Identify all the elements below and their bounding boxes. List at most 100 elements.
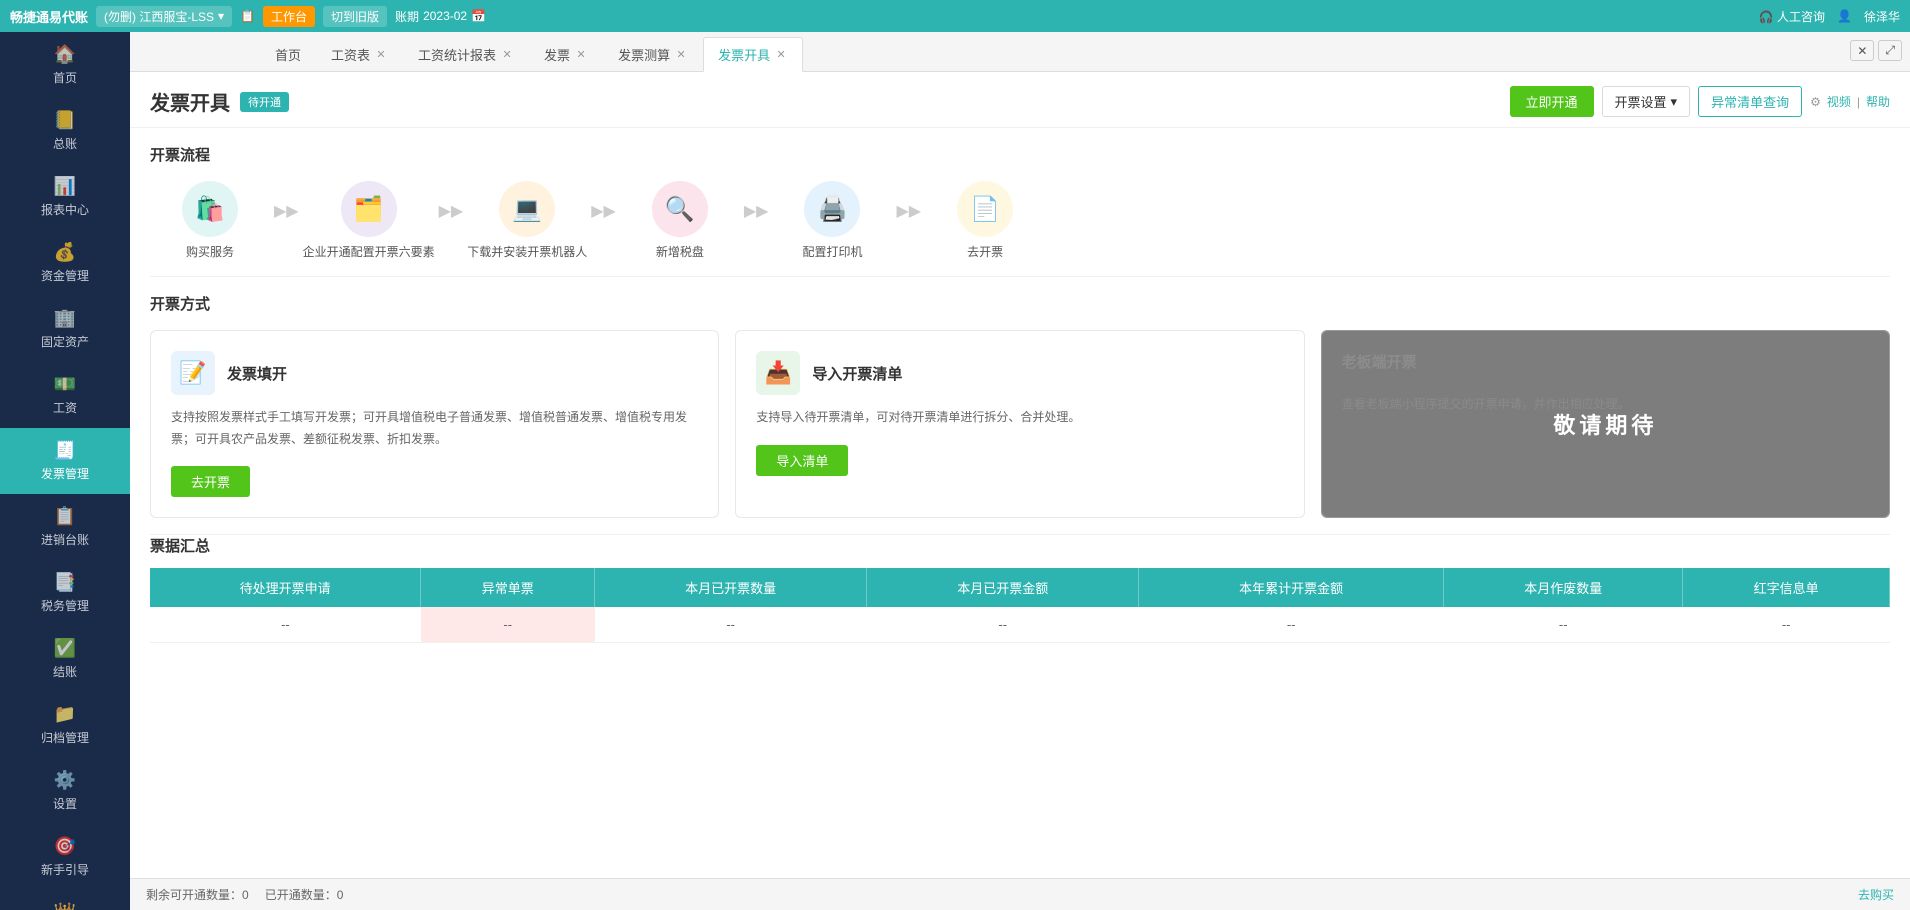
guide-icon: 🎯	[54, 836, 76, 857]
sidebar-item-salary[interactable]: 💵 工资	[0, 362, 130, 428]
methods-section: 开票方式 📝 发票填开 支持按照发票样式手工填写开发票；可开具增值税电子普通发票…	[130, 277, 1910, 534]
close-icon[interactable]: ✕	[374, 47, 388, 61]
content-wrapper: 首页 工资表 ✕ 工资统计报表 ✕ 发票 ✕ 发票测算 ✕ 发票开具 ✕	[130, 32, 1910, 910]
status-badge: 待开通	[240, 92, 289, 112]
go-issue-btn[interactable]: 去开票	[171, 466, 250, 497]
buy-link[interactable]: 去购买	[1858, 886, 1894, 903]
step-arrow-3: ▶▶	[591, 201, 616, 221]
import-list-btn[interactable]: 导入清单	[756, 445, 848, 476]
footer-left: 剩余可开通数量：0 已开通数量：0	[146, 886, 343, 903]
tab-salary[interactable]: 工资表 ✕	[316, 36, 403, 71]
sidebar-item-label: 资金管理	[41, 267, 89, 284]
cell-month-qty: --	[595, 607, 867, 643]
copy-icon[interactable]: 📋	[240, 9, 255, 23]
top-bar: 畅捷通易代账 (勿删) 江西服宝-LSS ▾ 📋 工作台 切到旧版 账期 202…	[0, 0, 1910, 32]
tab-invoice-issue[interactable]: 发票开具 ✕	[703, 37, 803, 72]
headset-icon: 🎧	[1759, 10, 1774, 24]
abnormal-query-btn[interactable]: 异常清单查询	[1698, 86, 1802, 117]
overlay-text: 敬请期待	[1553, 408, 1657, 440]
step-label-taxdisk: 新增税盘	[656, 243, 704, 260]
sidebar-item-ledger[interactable]: 📒 总账	[0, 98, 130, 164]
sidebar-item-reports[interactable]: 📊 报表中心	[0, 164, 130, 230]
tab-home[interactable]: 首页	[260, 36, 316, 71]
sidebar-item-label: 设置	[53, 795, 77, 812]
sidebar-item-label: 结账	[53, 663, 77, 680]
restore-tabs-btn[interactable]: ⤢	[1878, 40, 1902, 61]
methods-title: 开票方式	[150, 293, 1890, 314]
sidebar-item-purchase-sales[interactable]: 📋 进销台账	[0, 494, 130, 560]
sidebar-item-settings[interactable]: ⚙️ 设置	[0, 758, 130, 824]
chevron-down-icon: ▾	[1671, 94, 1678, 110]
switch-old-btn[interactable]: 切到旧版	[323, 6, 387, 27]
step-icon-taxdisk: 🔍	[652, 181, 708, 237]
close-period-icon: ✅	[54, 638, 76, 659]
sidebar-item-label: 新手引导	[41, 861, 89, 878]
method-card-import-header: 📥 导入开票清单	[756, 351, 1283, 395]
step-label-issue: 去开票	[967, 243, 1003, 260]
cell-red-info: --	[1683, 607, 1890, 643]
step-arrow-5: ▶▶	[896, 201, 921, 221]
user-name[interactable]: 徐泽华	[1864, 8, 1900, 25]
member-icon: 👑	[54, 902, 76, 910]
step-arrow-1: ▶▶	[274, 201, 299, 221]
close-icon[interactable]: ✕	[500, 47, 514, 61]
method-card-manual-header: 📝 发票填开	[171, 351, 698, 395]
sidebar-item-close[interactable]: ✅ 结账	[0, 626, 130, 692]
tab-salary-stats-label: 工资统计报表	[418, 45, 496, 64]
app-logo: 畅捷通易代账	[10, 7, 88, 26]
cell-abnormal: --	[421, 607, 595, 643]
step-icon-download: 💻	[499, 181, 555, 237]
sidebar-item-label: 归档管理	[41, 729, 89, 746]
step-label-download: 下载并安装开票机器人	[467, 243, 587, 260]
tab-salary-stats[interactable]: 工资统计报表 ✕	[403, 36, 529, 71]
tax-icon: 📑	[54, 572, 76, 593]
tab-invoice-issue-label: 发票开具	[718, 45, 770, 64]
calendar-icon[interactable]: 📅	[471, 9, 486, 23]
footer: 剩余可开通数量：0 已开通数量：0 去购买	[130, 878, 1910, 910]
open-settings-btn[interactable]: 开票设置 ▾	[1602, 86, 1691, 117]
invoice-icon: 🧾	[54, 440, 76, 461]
col-header-void-qty: 本月作废数量	[1444, 568, 1683, 607]
sidebar-item-tax[interactable]: 📑 税务管理	[0, 560, 130, 626]
sidebar-item-guide[interactable]: 🎯 新手引导	[0, 824, 130, 890]
tab-controls: ✕ ⤢	[1850, 40, 1902, 61]
method-desc-manual: 支持按照发票样式手工填写开发票；可开具增值税电子普通发票、增值税普通发票、增值税…	[171, 407, 698, 450]
sidebar-item-assets[interactable]: 🏢 固定资产	[0, 296, 130, 362]
cell-month-amt: --	[867, 607, 1139, 643]
close-all-tabs-btn[interactable]: ✕	[1850, 40, 1874, 61]
docs-help-link[interactable]: 帮助	[1866, 93, 1890, 110]
process-section: 开票流程 🛍️ 购买服务 ▶▶ 🗂️ 企业开通配置开票六要素 ▶▶ 💻 下载	[130, 128, 1910, 276]
step-icon-issue: 📄	[957, 181, 1013, 237]
sidebar-item-archive[interactable]: 📁 归档管理	[0, 692, 130, 758]
home-icon: 🏠	[54, 44, 76, 65]
sidebar-item-finance[interactable]: 💰 资金管理	[0, 230, 130, 296]
immediate-open-btn[interactable]: 立即开通	[1510, 86, 1594, 117]
close-icon[interactable]: ✕	[574, 47, 588, 61]
step-label-config: 企业开通配置开票六要素	[303, 243, 435, 260]
sidebar: 🏠 首页 📒 总账 📊 报表中心 💰 资金管理 🏢 固定资产 💵 工资 🧾 发票…	[0, 32, 130, 910]
step-icon-buy: 🛍️	[182, 181, 238, 237]
close-icon[interactable]: ✕	[774, 48, 788, 62]
main-content: 发票开具 待开通 立即开通 开票设置 ▾ 异常清单查询 ⚙ 视频 | 帮助	[130, 72, 1910, 878]
video-help-link[interactable]: 视频	[1827, 93, 1851, 110]
sidebar-item-label: 发票管理	[41, 465, 89, 482]
close-icon[interactable]: ✕	[674, 47, 688, 61]
tab-invoice[interactable]: 发票 ✕	[529, 36, 603, 71]
salary-icon: 💵	[54, 374, 76, 395]
method-icon-import: 📥	[756, 351, 800, 395]
sidebar-item-home[interactable]: 🏠 首页	[0, 32, 130, 98]
step-icon-printer: 🖨️	[804, 181, 860, 237]
method-card-manual: 📝 发票填开 支持按照发票样式手工填写开发票；可开具增值税电子普通发票、增值税普…	[150, 330, 719, 518]
workspace-btn[interactable]: 工作台	[263, 6, 315, 27]
sidebar-item-member[interactable]: 👑 畅会员	[0, 890, 130, 910]
col-header-pending: 待处理开票申请	[150, 568, 421, 607]
sidebar-item-invoice[interactable]: 🧾 发票管理	[0, 428, 130, 494]
step-label-printer: 配置打印机	[802, 243, 862, 260]
sidebar-item-label: 进销台账	[41, 531, 89, 548]
process-step-1: 🛍️ 购买服务	[150, 181, 270, 260]
tab-invoice-calc[interactable]: 发票测算 ✕	[603, 36, 703, 71]
service-label[interactable]: 🎧 人工咨询	[1759, 8, 1825, 25]
company-selector[interactable]: (勿删) 江西服宝-LSS ▾	[96, 6, 232, 27]
archive-icon: 📁	[54, 704, 76, 725]
sidebar-item-label: 固定资产	[41, 333, 89, 350]
